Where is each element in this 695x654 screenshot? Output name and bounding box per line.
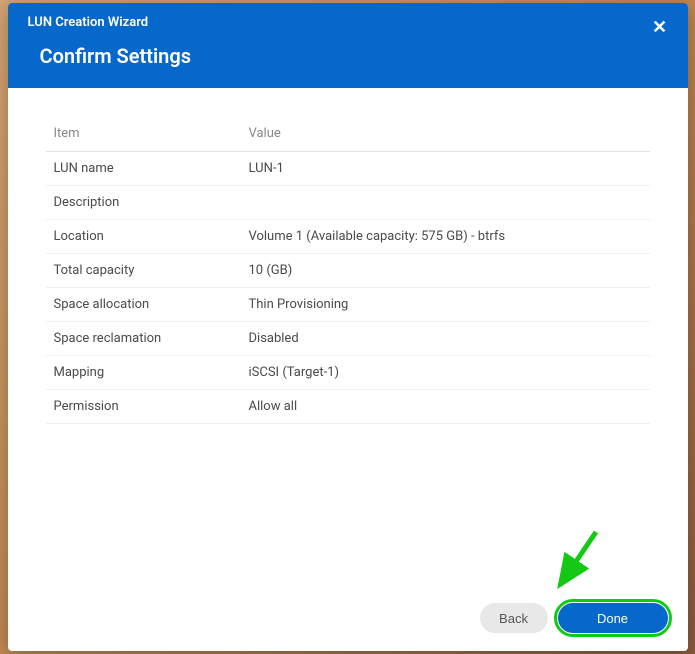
settings-table: Item Value LUN name LUN-1 Description Lo… <box>46 116 650 424</box>
wizard-content: Item Value LUN name LUN-1 Description Lo… <box>8 88 688 589</box>
row-value: iSCSI (Target-1) <box>241 356 650 390</box>
row-item: Mapping <box>46 356 241 390</box>
row-value: 10 (GB) <box>241 254 650 288</box>
table-row: Space allocation Thin Provisioning <box>46 288 650 322</box>
table-row: Description <box>46 186 650 220</box>
close-icon: ✕ <box>652 17 667 38</box>
table-row: Total capacity 10 (GB) <box>46 254 650 288</box>
table-header-row: Item Value <box>46 116 650 152</box>
table-row: Space reclamation Disabled <box>46 322 650 356</box>
wizard-title: LUN Creation Wizard <box>28 15 668 30</box>
row-item: Total capacity <box>46 254 241 288</box>
table-row: Location Volume 1 (Available capacity: 5… <box>46 220 650 254</box>
table-row: Permission Allow all <box>46 390 650 424</box>
row-item: Space reclamation <box>46 322 241 356</box>
done-button[interactable]: Done <box>558 603 668 633</box>
row-item: Description <box>46 186 241 220</box>
column-header-item: Item <box>46 116 241 152</box>
lun-creation-wizard: LUN Creation Wizard Confirm Settings ✕ I… <box>8 3 688 651</box>
row-value: LUN-1 <box>241 152 650 186</box>
row-item: Location <box>46 220 241 254</box>
table-body: LUN name LUN-1 Description Location Volu… <box>46 152 650 424</box>
row-value: Volume 1 (Available capacity: 575 GB) - … <box>241 220 650 254</box>
row-item: Space allocation <box>46 288 241 322</box>
close-button[interactable]: ✕ <box>648 15 672 39</box>
wizard-subtitle: Confirm Settings <box>28 44 668 68</box>
wizard-header: LUN Creation Wizard Confirm Settings ✕ <box>8 3 688 88</box>
row-value: Thin Provisioning <box>241 288 650 322</box>
row-value: Allow all <box>241 390 650 424</box>
table-row: Mapping iSCSI (Target-1) <box>46 356 650 390</box>
row-value <box>241 186 650 220</box>
row-item: Permission <box>46 390 241 424</box>
row-value: Disabled <box>241 322 650 356</box>
wizard-footer: Back Done <box>8 589 688 651</box>
back-button[interactable]: Back <box>480 603 548 633</box>
row-item: LUN name <box>46 152 241 186</box>
table-row: LUN name LUN-1 <box>46 152 650 186</box>
column-header-value: Value <box>241 116 650 152</box>
